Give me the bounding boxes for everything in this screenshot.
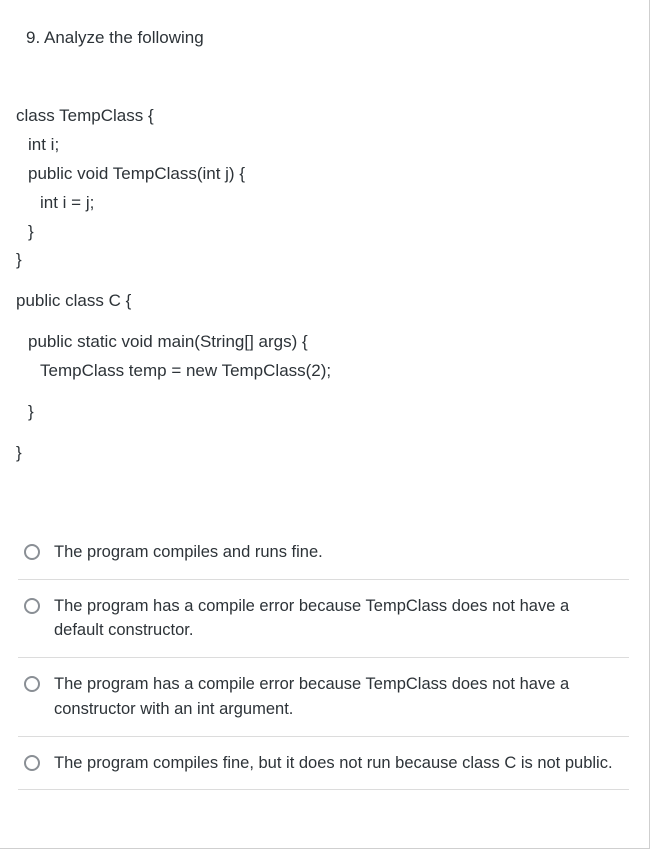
- question-title: Analyze the following: [44, 28, 204, 47]
- radio-icon: [24, 676, 40, 692]
- option-label: The program has a compile error because …: [54, 672, 623, 722]
- code-line: public class C {: [16, 287, 637, 316]
- option-2[interactable]: The program has a compile error because …: [18, 658, 629, 737]
- code-line: }: [16, 218, 637, 247]
- code-line: int i;: [16, 131, 637, 160]
- code-line: int i = j;: [16, 189, 637, 218]
- options-list: The program compiles and runs fine. The …: [12, 526, 637, 791]
- option-label: The program has a compile error because …: [54, 594, 623, 644]
- option-0[interactable]: The program compiles and runs fine.: [18, 526, 629, 580]
- code-line: }: [16, 246, 637, 275]
- radio-icon: [24, 598, 40, 614]
- question-header: 9. Analyze the following: [12, 28, 637, 48]
- code-line: class TempClass {: [16, 102, 637, 131]
- radio-icon: [24, 544, 40, 560]
- code-block: class TempClass { int i; public void Tem…: [12, 102, 637, 468]
- code-line: public void TempClass(int j) {: [16, 160, 637, 189]
- option-1[interactable]: The program has a compile error because …: [18, 580, 629, 659]
- code-line: }: [16, 439, 637, 468]
- code-line: }: [16, 398, 637, 427]
- option-3[interactable]: The program compiles fine, but it does n…: [18, 737, 629, 791]
- option-label: The program compiles and runs fine.: [54, 540, 323, 565]
- question-container: 9. Analyze the following class TempClass…: [0, 0, 649, 790]
- radio-icon: [24, 755, 40, 771]
- option-label: The program compiles fine, but it does n…: [54, 751, 613, 776]
- code-line: public static void main(String[] args) {: [16, 328, 637, 357]
- code-line: TempClass temp = new TempClass(2);: [16, 357, 637, 386]
- question-number: 9.: [26, 28, 40, 47]
